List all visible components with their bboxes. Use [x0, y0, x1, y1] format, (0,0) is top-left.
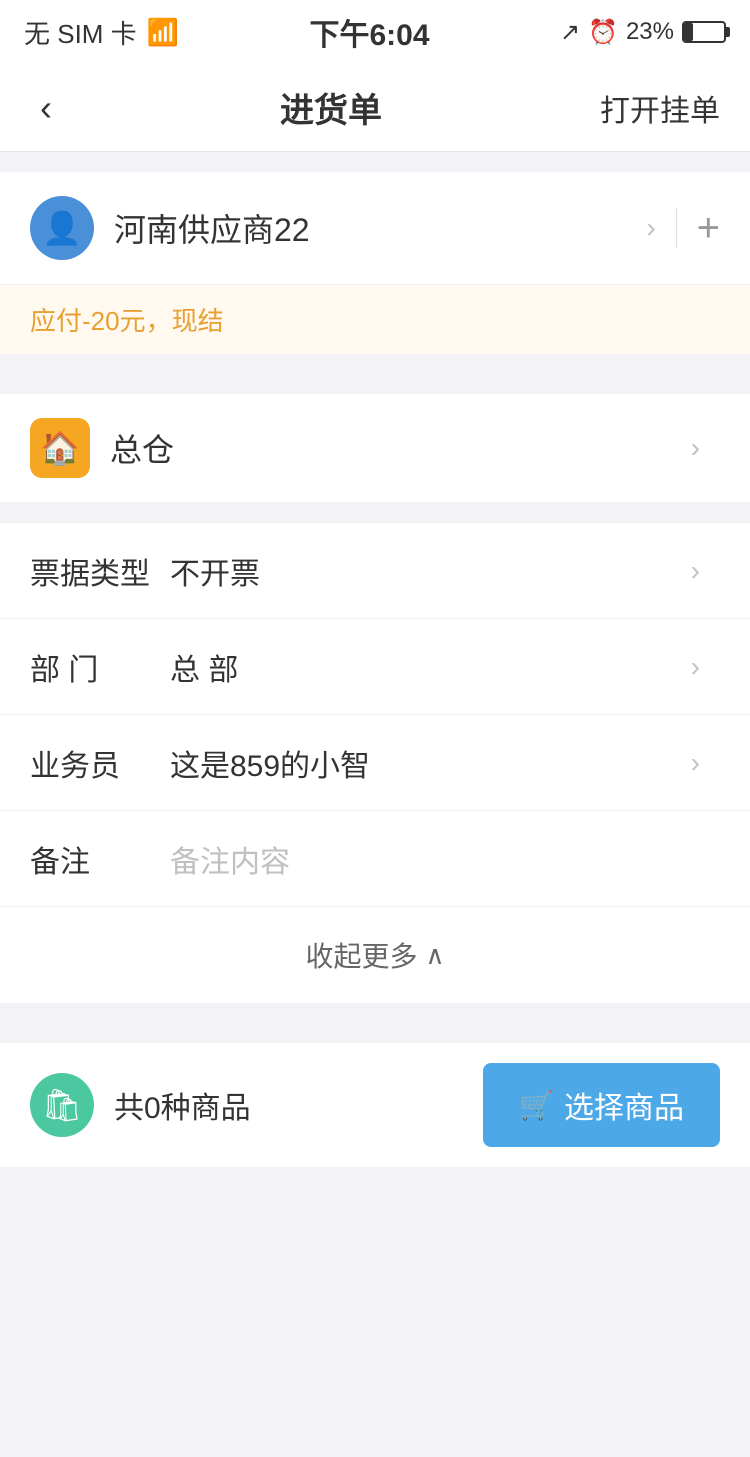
section-gap-4: [0, 1003, 750, 1023]
add-icon[interactable]: +: [697, 206, 720, 251]
status-bar: 无 SIM 卡 📶 下午6:04 ↗ ⏰ 23%: [0, 0, 750, 64]
battery-icon: [682, 21, 726, 43]
collapse-label: 收起更多: [305, 935, 417, 975]
select-product-label: 选择商品: [564, 1083, 684, 1127]
product-icon-wrap: 🛍: [30, 1073, 94, 1137]
remark-label: 备注: [30, 837, 170, 881]
invoice-type-row[interactable]: 票据类型 不开票 ›: [0, 522, 750, 618]
avatar-icon: 👤: [42, 209, 82, 247]
form-section: 票据类型 不开票 › 部 门 总 部 › 业务员 这是859的小智 › 备注 备…: [0, 522, 750, 1003]
page-title: 进货单: [280, 83, 382, 132]
status-right: ↗ ⏰ 23%: [560, 18, 726, 47]
warehouse-chevron-icon: ›: [691, 432, 700, 464]
nav-bar: ‹ 进货单 打开挂单: [0, 64, 750, 152]
department-value: 总 部: [170, 645, 691, 689]
collapse-icon: ∧: [425, 940, 444, 971]
divider: [676, 208, 677, 248]
department-row[interactable]: 部 门 总 部 ›: [0, 618, 750, 714]
product-count-label: 共0种商品: [114, 1083, 483, 1127]
salesperson-row[interactable]: 业务员 这是859的小智 ›: [0, 714, 750, 810]
carrier-label: 无 SIM 卡: [24, 14, 137, 51]
supplier-chevron-icon: ›: [646, 212, 655, 244]
supplier-name: 河南供应商22: [114, 205, 646, 251]
supplier-section: 👤 河南供应商22 › + 应付-20元，现结: [0, 172, 750, 354]
wifi-icon: 📶: [147, 17, 179, 48]
invoice-type-label: 票据类型: [30, 549, 170, 593]
body-area: [0, 1167, 750, 1457]
alarm-icon: ⏰: [588, 18, 618, 47]
status-left: 无 SIM 卡 📶: [24, 14, 179, 51]
notice-bar: 应付-20元，现结: [0, 285, 750, 354]
open-hang-button[interactable]: 打开挂单: [600, 86, 720, 130]
invoice-type-chevron: ›: [691, 555, 700, 587]
product-bag-icon: 🛍: [42, 1086, 83, 1124]
avatar: 👤: [30, 196, 94, 260]
department-label: 部 门: [30, 645, 170, 689]
remark-row[interactable]: 备注 备注内容: [0, 810, 750, 906]
salesperson-label: 业务员: [30, 741, 170, 785]
collapse-row[interactable]: 收起更多 ∧: [0, 906, 750, 1003]
warehouse-name: 总仓: [110, 425, 691, 471]
supplier-row[interactable]: 👤 河南供应商22 › +: [0, 172, 750, 285]
location-icon: ↗: [560, 18, 580, 47]
department-chevron: ›: [691, 651, 700, 683]
bottom-bar: 🛍 共0种商品 🛒 选择商品: [0, 1043, 750, 1167]
notice-text: 应付-20元，现结: [30, 306, 224, 336]
section-gap-2: [0, 354, 750, 374]
select-product-button[interactable]: 🛒 选择商品: [483, 1063, 720, 1147]
warehouse-row[interactable]: 🏠 总仓 ›: [0, 394, 750, 502]
section-gap-3: [0, 502, 750, 522]
back-button[interactable]: ‹: [30, 77, 62, 139]
invoice-type-value: 不开票: [170, 549, 691, 593]
warehouse-section: 🏠 总仓 ›: [0, 394, 750, 502]
battery-percentage: 23%: [626, 18, 674, 46]
salesperson-chevron: ›: [691, 747, 700, 779]
select-btn-icon: 🛒: [519, 1089, 554, 1122]
remark-placeholder[interactable]: 备注内容: [170, 837, 720, 881]
section-gap-1: [0, 152, 750, 172]
salesperson-value: 这是859的小智: [170, 741, 691, 785]
warehouse-icon: 🏠: [40, 429, 80, 467]
warehouse-icon-wrap: 🏠: [30, 418, 90, 478]
time-label: 下午6:04: [309, 10, 429, 54]
